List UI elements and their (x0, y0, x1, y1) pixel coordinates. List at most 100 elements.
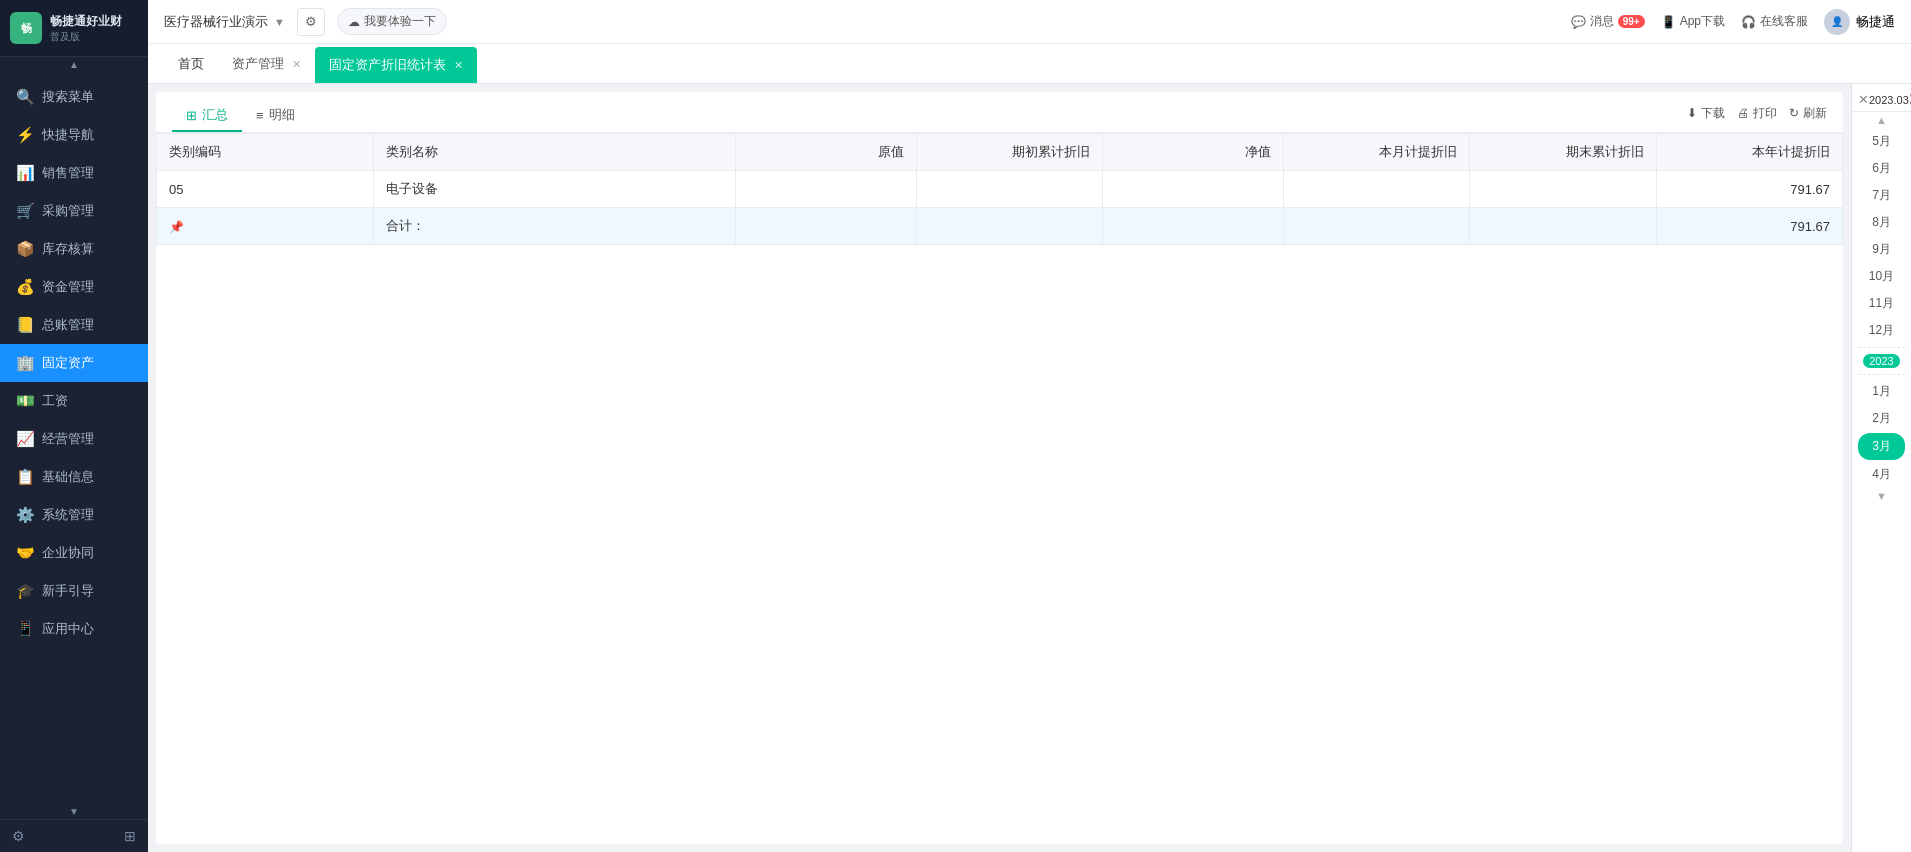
app-center-icon: 📱 (16, 620, 34, 638)
subtotal-annual-depreciation: 791.67 (1656, 208, 1842, 245)
sidebar-item-label: 库存核算 (42, 240, 94, 258)
sidebar-item-quick-nav[interactable]: ⚡ 快捷导航 (0, 116, 148, 154)
sidebar-item-fixed-assets[interactable]: 🏢 固定资产 (0, 344, 148, 382)
subtotal-row: 📌 合计： 791.67 (157, 208, 1843, 245)
date-month-8[interactable]: 8月 (1852, 209, 1911, 236)
customer-service-button[interactable]: 🎧 在线客服 (1741, 13, 1808, 30)
col-header-accum-depreciation: 期初累计折旧 (916, 134, 1102, 171)
sidebar-item-label: 系统管理 (42, 506, 94, 524)
topbar: 医疗器械行业演示 ▼ ⚙ ☁ 我要体验一下 💬 消息 99+ 📱 App下载 🎧… (148, 0, 1911, 44)
date-month-11[interactable]: 11月 (1852, 290, 1911, 317)
sidebar-item-app-center[interactable]: 📱 应用中心 (0, 610, 148, 648)
download-button[interactable]: ⬇ 下载 (1687, 105, 1725, 122)
sidebar-item-funds[interactable]: 💰 资金管理 (0, 268, 148, 306)
enterprise-icon: 🤝 (16, 544, 34, 562)
current-date-label: 2023.03 (1869, 94, 1909, 106)
topbar-settings-button[interactable]: ⚙ (297, 8, 325, 36)
subtotal-label: 合计： (374, 208, 736, 245)
sidebar-item-search[interactable]: 🔍 搜索菜单 (0, 78, 148, 116)
topbar-right: 💬 消息 99+ 📱 App下载 🎧 在线客服 👤 畅捷通 (1571, 9, 1895, 35)
purchase-icon: 🛒 (16, 202, 34, 220)
tab-assets-mgmt[interactable]: 资产管理 ✕ (218, 47, 315, 83)
col-header-net-value: 净值 (1103, 134, 1284, 171)
col-header-period-end-accum: 期末累计折旧 (1470, 134, 1656, 171)
tab-depreciation-label: 固定资产折旧统计表 (329, 56, 446, 74)
refresh-label: 刷新 (1803, 105, 1827, 122)
row-period-end-accum (1470, 171, 1656, 208)
collapse-sidebar-icon[interactable]: ⊞ (124, 828, 136, 844)
date-scroll-down[interactable]: ▼ (1874, 488, 1889, 504)
sidebar-item-guide[interactable]: 🎓 新手引导 (0, 572, 148, 610)
sidebar-item-label: 销售管理 (42, 164, 94, 182)
date-scroll-up[interactable]: ▲ (1874, 112, 1889, 128)
subtotal-icon-cell: 📌 (157, 208, 374, 245)
date-month-2023-2[interactable]: 2月 (1852, 405, 1911, 432)
experience-label: 我要体验一下 (364, 13, 436, 30)
date-month-5[interactable]: 5月 (1852, 128, 1911, 155)
summary-tab-label: 汇总 (202, 106, 228, 124)
tab-summary[interactable]: ⊞ 汇总 (172, 100, 242, 132)
message-button[interactable]: 💬 消息 99+ (1571, 13, 1645, 30)
sidebar-item-label: 新手引导 (42, 582, 94, 600)
sidebar-nav: 🔍 搜索菜单 ⚡ 快捷导航 📊 销售管理 🛒 采购管理 📦 库存核算 💰 资金管… (0, 72, 148, 804)
download-icon: ⬇ (1687, 106, 1697, 120)
sidebar-scroll-down[interactable]: ▼ (0, 804, 148, 819)
date-month-7[interactable]: 7月 (1852, 182, 1911, 209)
sidebar-item-business[interactable]: 📈 经营管理 (0, 420, 148, 458)
sidebar-item-basic-info[interactable]: 📋 基础信息 (0, 458, 148, 496)
experience-button[interactable]: ☁ 我要体验一下 (337, 8, 447, 35)
sidebar-item-system[interactable]: ⚙️ 系统管理 (0, 496, 148, 534)
inventory-icon: 📦 (16, 240, 34, 258)
user-menu[interactable]: 👤 畅捷通 (1824, 9, 1895, 35)
sidebar-item-enterprise[interactable]: 🤝 企业协同 (0, 534, 148, 572)
sidebar-header: 畅 畅捷通好业财 普及版 (0, 0, 148, 57)
tab-depreciation[interactable]: 固定资产折旧统计表 ✕ (315, 47, 477, 83)
settings-footer-icon[interactable]: ⚙ (12, 828, 25, 844)
guide-icon: 🎓 (16, 582, 34, 600)
message-badge: 99+ (1618, 15, 1645, 28)
refresh-button[interactable]: ↻ 刷新 (1789, 105, 1827, 122)
date-month-10[interactable]: 10月 (1852, 263, 1911, 290)
app-download-button[interactable]: 📱 App下载 (1661, 13, 1725, 30)
sidebar-item-purchase[interactable]: 🛒 采购管理 (0, 192, 148, 230)
date-month-2023-4[interactable]: 4月 (1852, 461, 1911, 488)
date-month-2023-1[interactable]: 1月 (1852, 378, 1911, 405)
subtotal-monthly-depreciation (1283, 208, 1469, 245)
date-sidebar-close-icon[interactable]: ✕ (1858, 92, 1869, 107)
sidebar-item-label: 固定资产 (42, 354, 94, 372)
quick-nav-icon: ⚡ (16, 126, 34, 144)
message-label: 消息 (1590, 13, 1614, 30)
tab-detail[interactable]: ≡ 明细 (242, 100, 309, 132)
download-icon: 📱 (1661, 15, 1676, 29)
sidebar-brand: 畅捷通好业财 普及版 (50, 13, 122, 44)
sidebar-item-label: 基础信息 (42, 468, 94, 486)
sidebar-item-ledger[interactable]: 📒 总账管理 (0, 306, 148, 344)
date-month-9[interactable]: 9月 (1852, 236, 1911, 263)
tab-home[interactable]: 首页 (164, 47, 218, 83)
print-button[interactable]: 🖨 打印 (1737, 105, 1777, 122)
fixed-assets-icon: 🏢 (16, 354, 34, 372)
sidebar-item-payroll[interactable]: 💵 工资 (0, 382, 148, 420)
sidebar-item-inventory[interactable]: 📦 库存核算 (0, 230, 148, 268)
sidebar-footer: ⚙ ⊞ (0, 819, 148, 852)
sidebar-item-sales[interactable]: 📊 销售管理 (0, 154, 148, 192)
date-month-12[interactable]: 12月 (1852, 317, 1911, 344)
tab-assets-close-icon[interactable]: ✕ (292, 58, 301, 71)
summary-tab-icon: ⊞ (186, 108, 197, 123)
report-tabs: ⊞ 汇总 ≡ 明细 ⬇ 下载 🖨 打印 (156, 92, 1843, 133)
sidebar-item-label: 企业协同 (42, 544, 94, 562)
date-month-6[interactable]: 6月 (1852, 155, 1911, 182)
content-area: ⊞ 汇总 ≡ 明细 ⬇ 下载 🖨 打印 (148, 84, 1911, 852)
company-selector[interactable]: 医疗器械行业演示 ▼ (164, 13, 285, 31)
refresh-icon: ↻ (1789, 106, 1799, 120)
sidebar-item-label: 应用中心 (42, 620, 94, 638)
sidebar-scroll-up[interactable]: ▲ (0, 57, 148, 72)
sidebar-item-label: 采购管理 (42, 202, 94, 220)
message-icon: 💬 (1571, 15, 1586, 29)
date-month-2023-3[interactable]: 3月 (1858, 433, 1905, 460)
ledger-icon: 📒 (16, 316, 34, 334)
tab-depreciation-close-icon[interactable]: ✕ (454, 59, 463, 72)
sidebar: 畅 畅捷通好业财 普及版 ▲ 🔍 搜索菜单 ⚡ 快捷导航 📊 销售管理 🛒 采购… (0, 0, 148, 852)
service-icon: 🎧 (1741, 15, 1756, 29)
subtotal-icon: 📌 (169, 220, 184, 234)
